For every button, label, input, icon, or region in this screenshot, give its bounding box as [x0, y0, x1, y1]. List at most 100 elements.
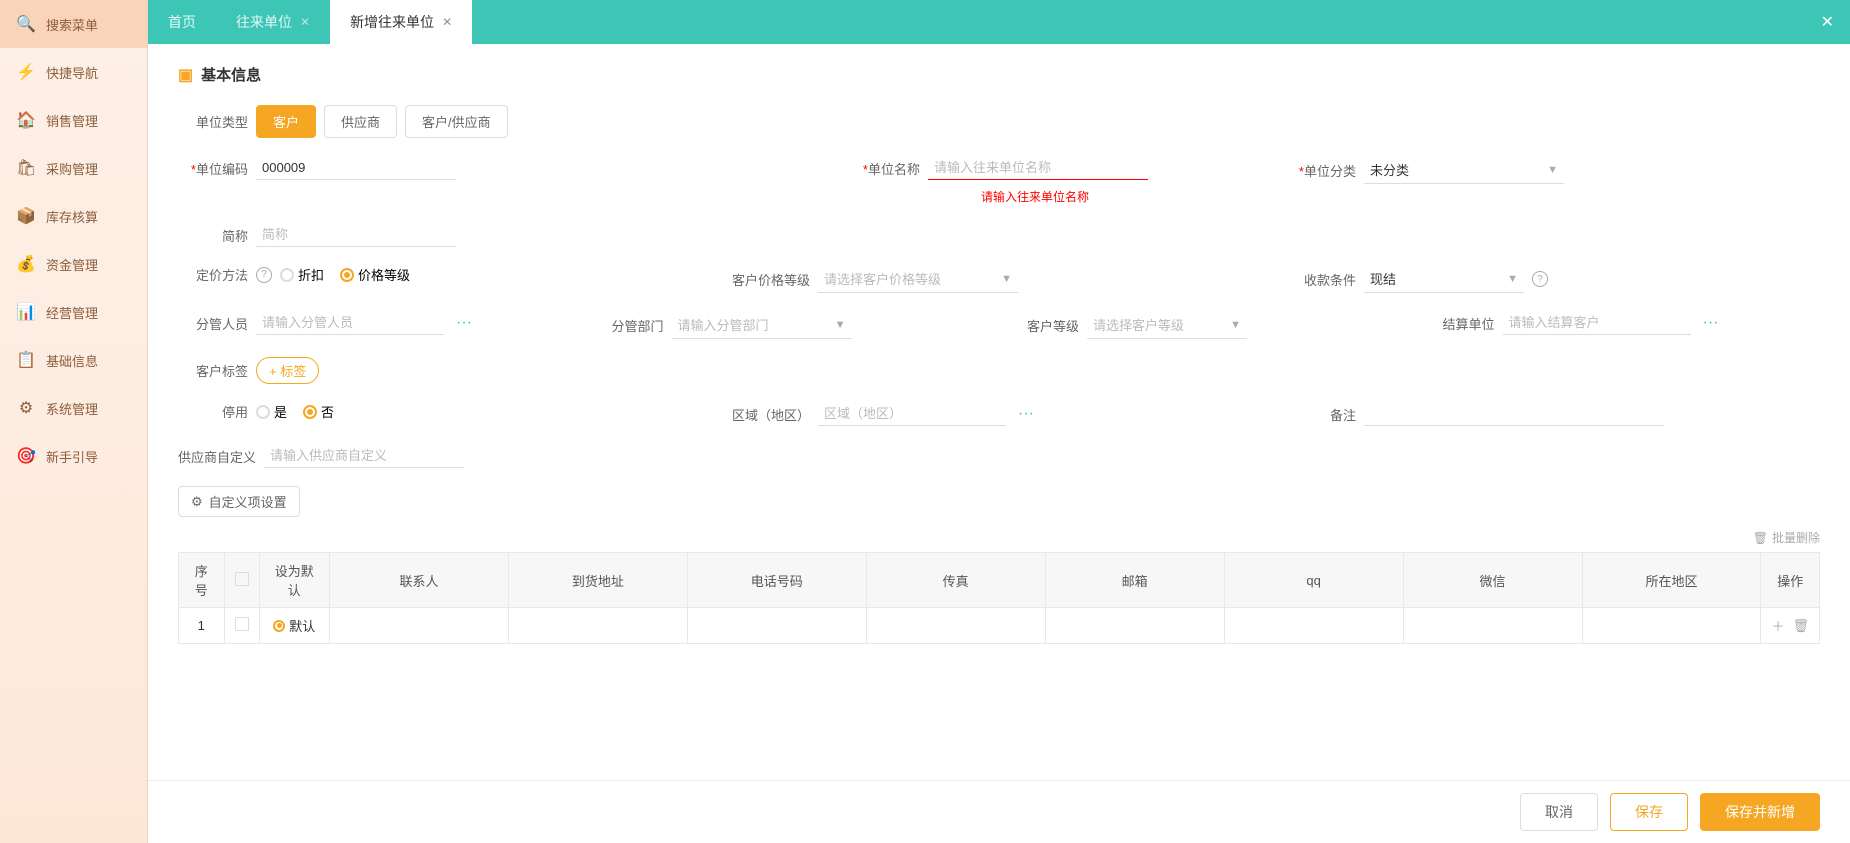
region-table-input[interactable] — [1593, 618, 1751, 633]
add-row-icon[interactable]: ＋ — [1771, 616, 1784, 635]
department-select[interactable]: 请输入分管部门 ▼ — [672, 311, 852, 339]
email-input[interactable] — [1056, 618, 1214, 633]
td-phone[interactable] — [687, 608, 866, 644]
default-radio[interactable] — [273, 620, 285, 632]
pricing-radio-discount[interactable]: 折扣 — [280, 265, 324, 284]
short-name-input[interactable] — [256, 223, 456, 247]
settlement-unit-group: 结算单位 ··· — [1425, 311, 1821, 335]
phone-input[interactable] — [698, 618, 856, 633]
th-email: 邮箱 — [1045, 553, 1224, 608]
remark-group: 备注 — [1286, 402, 1820, 426]
unit-btn-customer[interactable]: 客户 — [256, 105, 316, 138]
unit-category-select[interactable]: 未分类 ▼ — [1364, 156, 1564, 184]
save-button[interactable]: 保存 — [1610, 793, 1688, 831]
close-new-contact-tab[interactable]: ✕ — [442, 15, 452, 29]
payment-terms-select[interactable]: 现结 ▼ — [1364, 265, 1524, 293]
tab-home[interactable]: 首页 — [148, 0, 216, 44]
sidebar-item-basic[interactable]: 📋 基础信息 — [0, 336, 147, 384]
pricing-help-icon[interactable]: ? — [256, 267, 272, 283]
customer-level-select[interactable]: 请选择客户等级 ▼ — [1087, 311, 1247, 339]
td-wechat[interactable] — [1403, 608, 1582, 644]
operations-icon: 📊 — [16, 302, 36, 322]
disabled-label: 停用 — [178, 402, 248, 421]
address-input[interactable] — [519, 618, 677, 633]
supplier-custom-group: 供应商自定义 — [178, 444, 1820, 468]
td-fax[interactable] — [866, 608, 1045, 644]
sidebar-item-label: 新手引导 — [46, 447, 98, 466]
manager-input[interactable] — [256, 311, 444, 335]
disabled-radio-group: 是 否 — [256, 402, 334, 421]
contact-input[interactable] — [340, 618, 498, 633]
select-all-checkbox[interactable] — [235, 572, 249, 586]
sidebar-item-label: 快捷导航 — [46, 63, 98, 82]
sidebar-item-guide[interactable]: 🎯 新手引导 — [0, 432, 147, 480]
sidebar-item-operations[interactable]: 📊 经营管理 — [0, 288, 147, 336]
delete-row-icon[interactable]: 🗑 — [1792, 618, 1809, 634]
sidebar-item-inventory[interactable]: 📦 库存核算 — [0, 192, 147, 240]
td-action: ＋ 🗑 — [1761, 608, 1820, 644]
region-input[interactable] — [818, 402, 1006, 426]
sidebar-item-finance[interactable]: 💰 资金管理 — [0, 240, 147, 288]
custom-settings-button[interactable]: ⚙ 自定义项设置 — [178, 486, 300, 517]
sidebar-item-label: 采购管理 — [46, 159, 98, 178]
add-tag-button[interactable]: + 标签 — [256, 357, 319, 384]
unit-btn-supplier[interactable]: 供应商 — [324, 105, 397, 138]
td-contact[interactable] — [330, 608, 509, 644]
radio-level-dot — [344, 272, 350, 278]
qq-input[interactable] — [1235, 618, 1393, 633]
td-email[interactable] — [1045, 608, 1224, 644]
tab-contacts[interactable]: 往来单位 ✕ — [216, 0, 330, 44]
sidebar-item-system[interactable]: ⚙ 系统管理 — [0, 384, 147, 432]
td-address[interactable] — [508, 608, 687, 644]
close-window-icon[interactable]: ✕ — [1821, 12, 1834, 32]
quicknav-icon: ⚡ — [16, 62, 36, 82]
row-checkbox[interactable] — [235, 617, 249, 631]
disabled-radio-no[interactable]: 否 — [303, 402, 334, 421]
payment-terms-help-icon[interactable]: ? — [1532, 271, 1548, 287]
unit-type-row: 单位类型 客户 供应商 客户/供应商 — [178, 105, 1820, 138]
td-qq[interactable] — [1224, 608, 1403, 644]
customer-level-arrow-icon: ▼ — [1230, 319, 1241, 331]
cancel-button[interactable]: 取消 — [1520, 793, 1598, 831]
department-label: 分管部门 — [594, 316, 664, 335]
customer-tag-row: 客户标签 + 标签 — [178, 357, 1820, 384]
pricing-row: 定价方法 ? 折扣 价格等级 客户价格等级 — [178, 265, 1820, 293]
customer-price-level-select[interactable]: 请选择客户价格等级 ▼ — [818, 265, 1018, 293]
radio-discount-circle — [280, 268, 294, 282]
remark-input[interactable] — [1364, 402, 1664, 426]
fax-input[interactable] — [877, 618, 1035, 633]
trash-icon: 🗑 — [1753, 531, 1768, 545]
close-contacts-tab[interactable]: ✕ — [300, 15, 310, 29]
region-more-icon[interactable]: ··· — [1014, 405, 1038, 423]
sidebar-item-label: 库存核算 — [46, 207, 98, 226]
td-region[interactable] — [1582, 608, 1761, 644]
customer-level-label: 客户等级 — [1009, 316, 1079, 335]
settlement-unit-input[interactable] — [1503, 311, 1691, 335]
unit-btn-both[interactable]: 客户/供应商 — [405, 105, 508, 138]
manager-more-icon[interactable]: ··· — [452, 314, 476, 332]
th-address: 到货地址 — [508, 553, 687, 608]
save-new-button[interactable]: 保存并新增 — [1700, 793, 1820, 831]
section-header: ▣ 基本信息 — [178, 64, 1820, 85]
default-radio-dot — [277, 623, 282, 628]
td-default: 默认 — [259, 608, 329, 644]
supplier-custom-input[interactable] — [264, 444, 464, 468]
batch-delete-label[interactable]: 批量删除 — [1772, 529, 1820, 546]
pricing-radio-level[interactable]: 价格等级 — [340, 265, 410, 284]
wechat-input[interactable] — [1414, 618, 1572, 633]
unit-name-label: *单位名称 — [850, 159, 920, 178]
sidebar-item-purchase[interactable]: 🛍 采购管理 — [0, 144, 147, 192]
sidebar-item-sales[interactable]: 🏠 销售管理 — [0, 96, 147, 144]
settlement-more-icon[interactable]: ··· — [1699, 314, 1723, 332]
sidebar-item-quicknav[interactable]: ⚡ 快捷导航 — [0, 48, 147, 96]
unit-name-input[interactable] — [928, 156, 1148, 180]
unit-code-input[interactable] — [256, 156, 456, 180]
manager-group: 分管人员 ··· — [178, 311, 574, 335]
customer-price-level-label: 客户价格等级 — [732, 270, 810, 289]
th-contact: 联系人 — [330, 553, 509, 608]
unit-code-group: *单位编码 — [178, 156, 712, 180]
sidebar-item-search[interactable]: 🔍 搜索菜单 — [0, 0, 147, 48]
tab-new-contact[interactable]: 新增往来单位 ✕ — [330, 0, 472, 44]
disabled-radio-yes[interactable]: 是 — [256, 402, 287, 421]
price-level-arrow-icon: ▼ — [1001, 273, 1012, 285]
